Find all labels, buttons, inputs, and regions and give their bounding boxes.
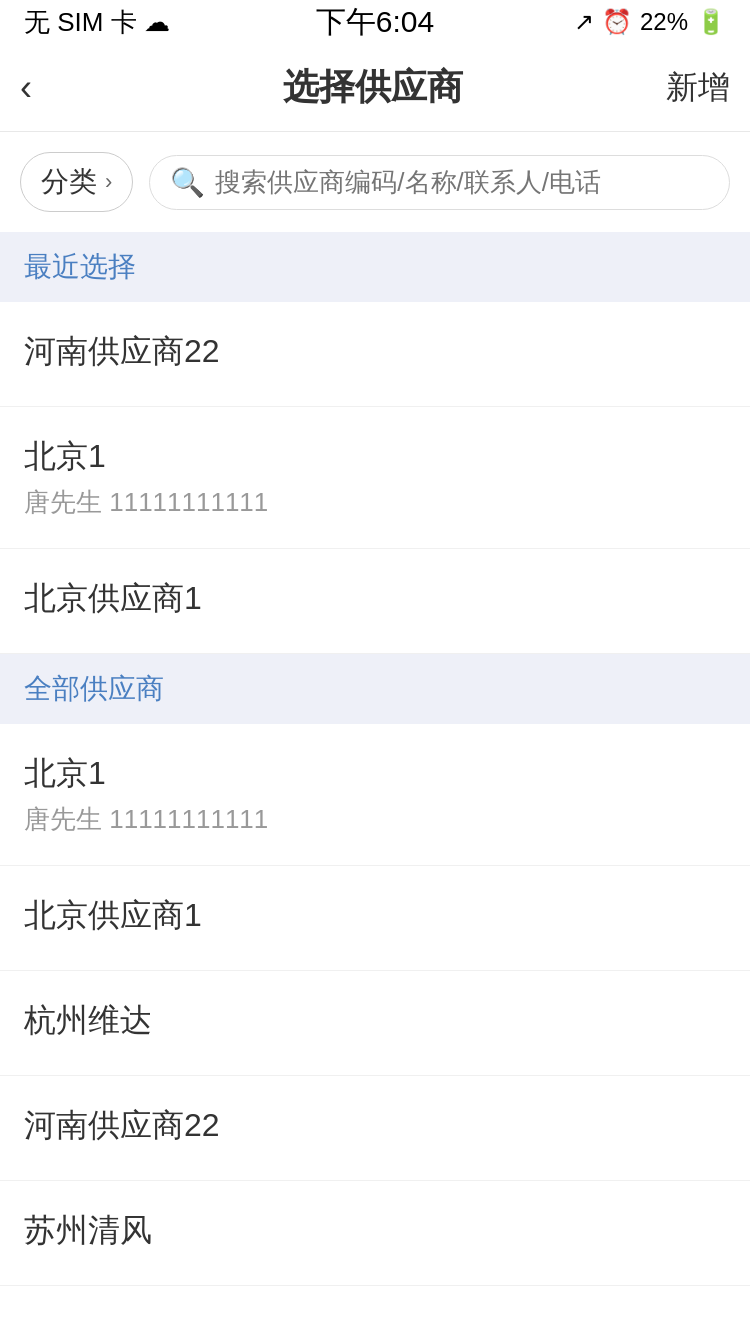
item-name: 杭州维达 bbox=[24, 999, 726, 1043]
no-sim-text: 无 SIM 卡 ☁ bbox=[24, 5, 170, 40]
list-item[interactable]: 北京供应商1 bbox=[0, 866, 750, 971]
status-time: 下午6:04 bbox=[316, 2, 434, 43]
battery-icon: 🔋 bbox=[696, 8, 726, 36]
status-right: ↗ ⏰ 22% 🔋 bbox=[574, 8, 726, 36]
alarm-icon: ⏰ bbox=[602, 8, 632, 36]
item-name: 北京1 bbox=[24, 752, 726, 796]
status-left: 无 SIM 卡 ☁ bbox=[24, 5, 170, 40]
list-item[interactable]: 北京供应商1 bbox=[0, 549, 750, 654]
chevron-right-icon: › bbox=[105, 169, 112, 195]
list-item[interactable]: 苏州清风 bbox=[0, 1181, 750, 1286]
search-icon: 🔍 bbox=[170, 166, 205, 199]
list-item[interactable]: 河南供应商22 bbox=[0, 1076, 750, 1181]
item-name: 苏州清风 bbox=[24, 1209, 726, 1253]
category-label: 分类 bbox=[41, 163, 97, 201]
list-item[interactable]: 北京1 唐先生 11111111111 bbox=[0, 724, 750, 866]
item-name: 河南供应商22 bbox=[24, 330, 726, 374]
category-filter-button[interactable]: 分类 › bbox=[20, 152, 133, 212]
all-items-list: 北京1 唐先生 11111111111 北京供应商1 杭州维达 河南供应商22 … bbox=[0, 724, 750, 1286]
status-bar: 无 SIM 卡 ☁ 下午6:04 ↗ ⏰ 22% 🔋 bbox=[0, 0, 750, 44]
recent-items-list: 河南供应商22 北京1 唐先生 11111111111 北京供应商1 bbox=[0, 302, 750, 654]
list-item[interactable]: 北京1 唐先生 11111111111 bbox=[0, 407, 750, 549]
item-name: 河南供应商22 bbox=[24, 1104, 726, 1148]
location-icon: ↗ bbox=[574, 8, 594, 36]
item-name: 北京供应商1 bbox=[24, 894, 726, 938]
filter-bar: 分类 › 🔍 bbox=[0, 132, 750, 232]
page-title: 选择供应商 bbox=[283, 63, 463, 112]
list-item[interactable]: 河南供应商22 bbox=[0, 302, 750, 407]
back-button[interactable]: ‹ bbox=[20, 67, 80, 109]
item-name: 北京供应商1 bbox=[24, 577, 726, 621]
nav-bar: ‹ 选择供应商 新增 bbox=[0, 44, 750, 132]
item-name: 北京1 bbox=[24, 435, 726, 479]
item-sub: 唐先生 11111111111 bbox=[24, 485, 726, 520]
recent-section-header: 最近选择 bbox=[0, 232, 750, 302]
search-input[interactable] bbox=[215, 167, 709, 198]
all-section-header: 全部供应商 bbox=[0, 654, 750, 724]
search-box[interactable]: 🔍 bbox=[149, 155, 730, 210]
add-new-button[interactable]: 新增 bbox=[666, 66, 730, 110]
list-item[interactable]: 杭州维达 bbox=[0, 971, 750, 1076]
battery-text: 22% bbox=[640, 8, 688, 36]
item-sub: 唐先生 11111111111 bbox=[24, 802, 726, 837]
